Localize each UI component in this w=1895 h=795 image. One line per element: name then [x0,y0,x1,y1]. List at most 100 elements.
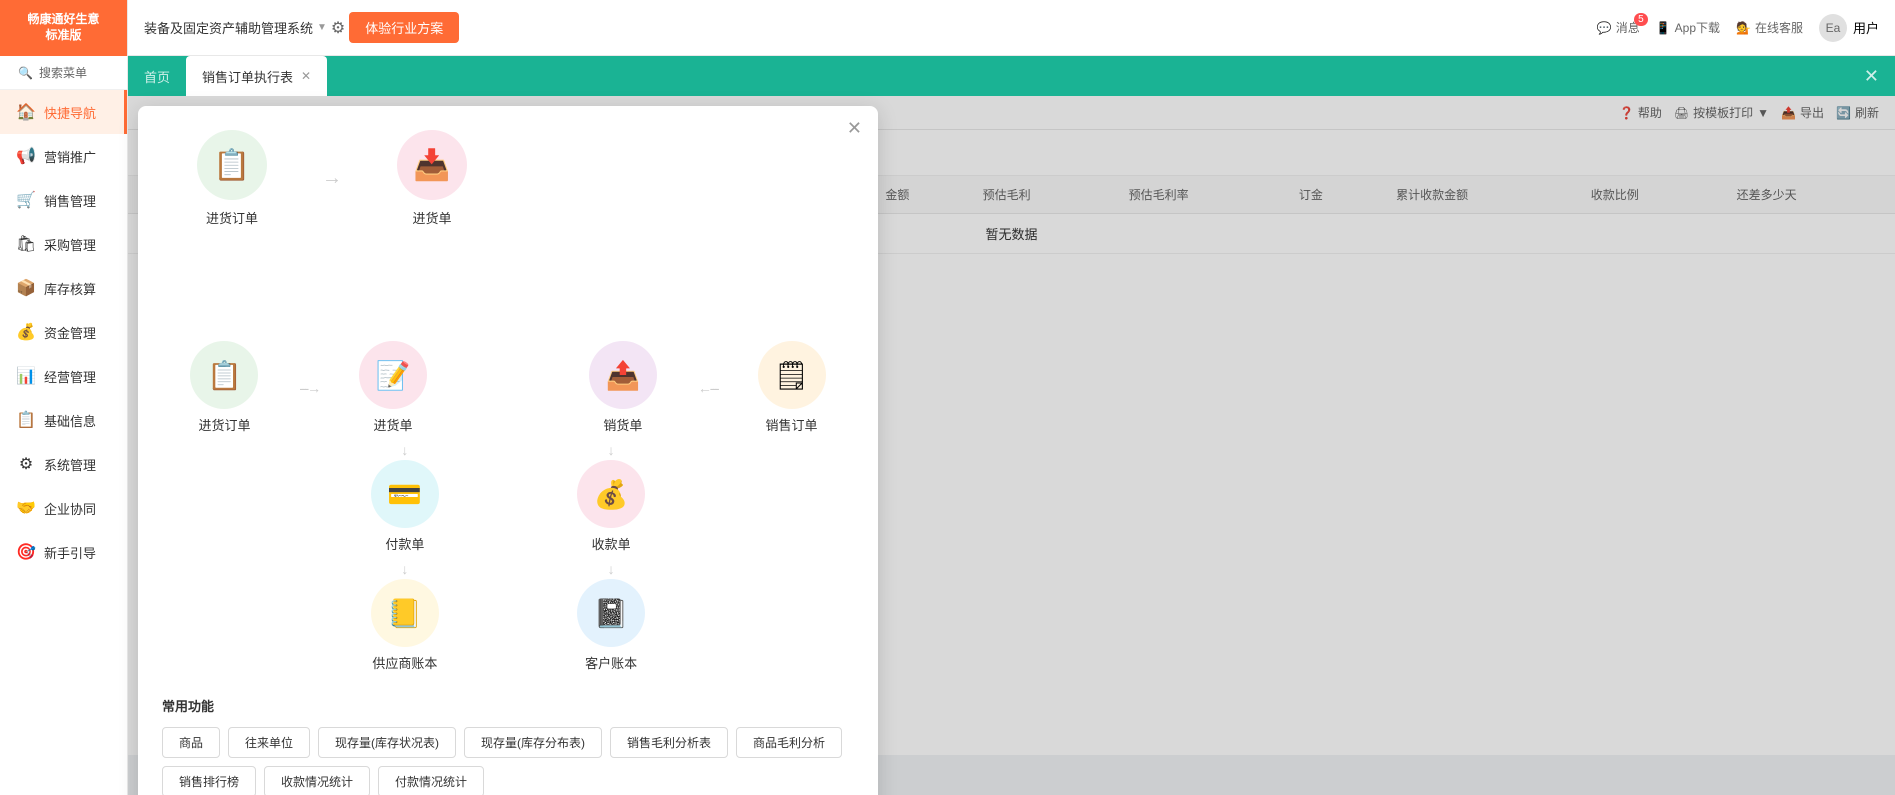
purchase-order-label: 进货订单 [206,208,258,227]
flow-node-purchase-order[interactable]: 📋 进货订单 [197,130,267,227]
sidebar-item-sales[interactable]: 🛒 销售管理 [0,178,127,222]
func-buttons-row1: 商品 往来单位 现存量(库存状况表) 现存量(库存分布表) 销售毛利分析表 商品… [162,727,854,758]
customer-account-circle: 📓 [577,579,645,647]
spacer-r4-5 [747,561,847,577]
tab-sales-order-exec[interactable]: 销售订单执行表 ✕ [186,56,327,96]
system-name: 装备及固定资产辅助管理系统 [144,18,313,37]
arrow-down-sales-bill: ↓ [561,442,661,458]
purchase-bill-label-2: 进货单 [374,415,413,434]
settings-icon[interactable]: ⚙ [331,18,345,38]
func-btn-counterparty[interactable]: 往来单位 [228,727,310,758]
header-right-actions: 💬 5 消息 📱 App下载 💁 在线客服 Ea 用户 [1597,14,1879,42]
arrow-down-payment: ↓ [355,561,455,577]
popup-box: ✕ 📋 进货订单 → 📥 进货单 [138,106,878,795]
arrow-h1: - - - → [299,380,318,396]
flow-node-purchase-bill-2[interactable]: 📝 进货单 [343,341,443,434]
user-menu[interactable]: Ea 用户 [1819,14,1879,42]
supplier-account-circle: 📒 [371,579,439,647]
online-service-icon: 💁 [1736,21,1751,35]
purchase-icon: 🛍 [16,234,36,254]
sidebar-item-marketing[interactable]: 📢 营销推广 [0,134,127,178]
receipt-circle: 💰 [577,460,645,528]
purchase-bill-circle: 📝 [359,341,427,409]
sidebar-item-purchase[interactable]: 🛍 采购管理 [0,222,127,266]
arrow-down-receipt: ↓ [561,561,661,577]
message-badge: 5 [1634,13,1648,26]
sidebar-item-enterprise[interactable]: 🤝 企业协同 [0,486,127,530]
sidebar-item-system[interactable]: ⚙ 系统管理 [0,442,127,486]
func-btn-payment-stats[interactable]: 付款情况统计 [378,766,484,795]
common-funcs-section: 常用功能 商品 往来单位 现存量(库存状况表) 现存量(库存分布表) 销售毛利分… [162,696,854,795]
popup-overlay[interactable]: ✕ 📋 进货订单 → 📥 进货单 [128,96,1895,795]
spacer-r4-1 [169,561,269,577]
receipt-label: 收款单 [592,534,631,553]
system-icon: ⚙ [16,454,36,474]
arrow-h2: ← - - - [698,380,717,396]
app-download-icon: 📱 [1656,21,1671,35]
spacer-r2-2 [282,442,342,458]
customer-account-label: 客户账本 [585,653,637,672]
avatar: Ea [1819,14,1847,42]
func-buttons-row2: 销售排行榜 收款情况统计 付款情况统计 [162,766,854,795]
sidebar-item-inventory[interactable]: 📦 库存核算 [0,266,127,310]
enterprise-icon: 🤝 [16,498,36,518]
system-dropdown-arrow: ▼ [317,22,327,33]
inventory-icon: 📦 [16,278,36,298]
func-btn-sales-rank[interactable]: 销售排行榜 [162,766,256,795]
flow-node-purchase-order[interactable]: 📋 进货订单 [174,341,274,434]
common-funcs-title: 常用功能 [162,696,854,715]
spacer-r2-5 [747,442,847,458]
online-service-link[interactable]: 💁 在线客服 [1736,19,1803,36]
flow-node-customer-account[interactable]: 📓 客户账本 [561,579,661,672]
close-all-tabs-icon[interactable]: ✕ [1864,66,1879,87]
experience-btn[interactable]: 体验行业方案 [349,12,459,43]
system-name-area[interactable]: 装备及固定资产辅助管理系统 ▼ [144,18,327,37]
purchase-bill-icon: 📥 [397,130,467,200]
home-icon: 🏠 [16,102,36,122]
purchase-order-circle: 📋 [190,341,258,409]
flow-node-payment[interactable]: 💳 付款单 [355,460,455,553]
purchase-bill-label: 进货单 [412,208,451,227]
newbie-icon: 🎯 [16,542,36,562]
sidebar: 畅康通好生意 标准版 🔍 搜索菜单 🏠 快捷导航 📢 营销推广 🛒 销售管理 🛍… [0,0,128,795]
message-link[interactable]: 💬 5 消息 [1597,19,1640,36]
flow-node-sales-order[interactable]: 🗒 销售订单 [742,341,842,434]
popup-close-icon[interactable]: ✕ [847,118,862,139]
basic-info-icon: 📋 [16,410,36,430]
username-label: 用户 [1853,18,1879,37]
sidebar-item-basic-info[interactable]: 📋 基础信息 [0,398,127,442]
payment-circle: 💳 [371,460,439,528]
flow-node-purchase-bill[interactable]: 📥 进货单 [397,130,467,227]
tab-bar: 首页 销售订单执行表 ✕ ✕ [128,56,1895,96]
sidebar-logo: 畅康通好生意 标准版 [0,0,127,56]
sales-bill-circle: 📤 [589,341,657,409]
sidebar-item-finance[interactable]: 💰 资金管理 [0,310,127,354]
sidebar-item-newbie[interactable]: 🎯 新手引导 [0,530,127,574]
app-download-link[interactable]: 📱 App下载 [1656,19,1720,36]
tab-close-icon[interactable]: ✕ [301,69,311,83]
flow-node-supplier-account[interactable]: 📒 供应商账本 [355,579,455,672]
message-icon: 💬 [1597,21,1612,35]
spacer-r2-4 [674,442,734,458]
flow-node-sales-bill[interactable]: 📤 销货单 [573,341,673,434]
sidebar-item-quick-nav[interactable]: 🏠 快捷导航 [0,90,127,134]
flow-node-receipt[interactable]: 💰 收款单 [561,460,661,553]
spacer-r2-3 [468,442,548,458]
sales-bill-label: 销货单 [603,415,642,434]
func-btn-sales-margin[interactable]: 销售毛利分析表 [610,727,728,758]
tab-home[interactable]: 首页 [128,56,186,96]
sales-order-circle: 🗒 [758,341,826,409]
operations-icon: 📊 [16,366,36,386]
func-btn-receipt-stats[interactable]: 收款情况统计 [264,766,370,795]
spacer-r4-4 [674,561,734,577]
supplier-account-label: 供应商账本 [372,653,437,672]
func-btn-goods[interactable]: 商品 [162,727,220,758]
func-btn-stock-dist[interactable]: 现存量(库存分布表) [464,727,602,758]
spacer-r4-3 [468,561,548,577]
func-btn-stock-status[interactable]: 现存量(库存状况表) [318,727,456,758]
sales-order-label: 销售订单 [765,415,817,434]
sidebar-item-operations[interactable]: 📊 经营管理 [0,354,127,398]
sales-icon: 🛒 [16,190,36,210]
sidebar-search[interactable]: 🔍 搜索菜单 [0,56,127,90]
func-btn-goods-margin[interactable]: 商品毛利分析 [736,727,842,758]
